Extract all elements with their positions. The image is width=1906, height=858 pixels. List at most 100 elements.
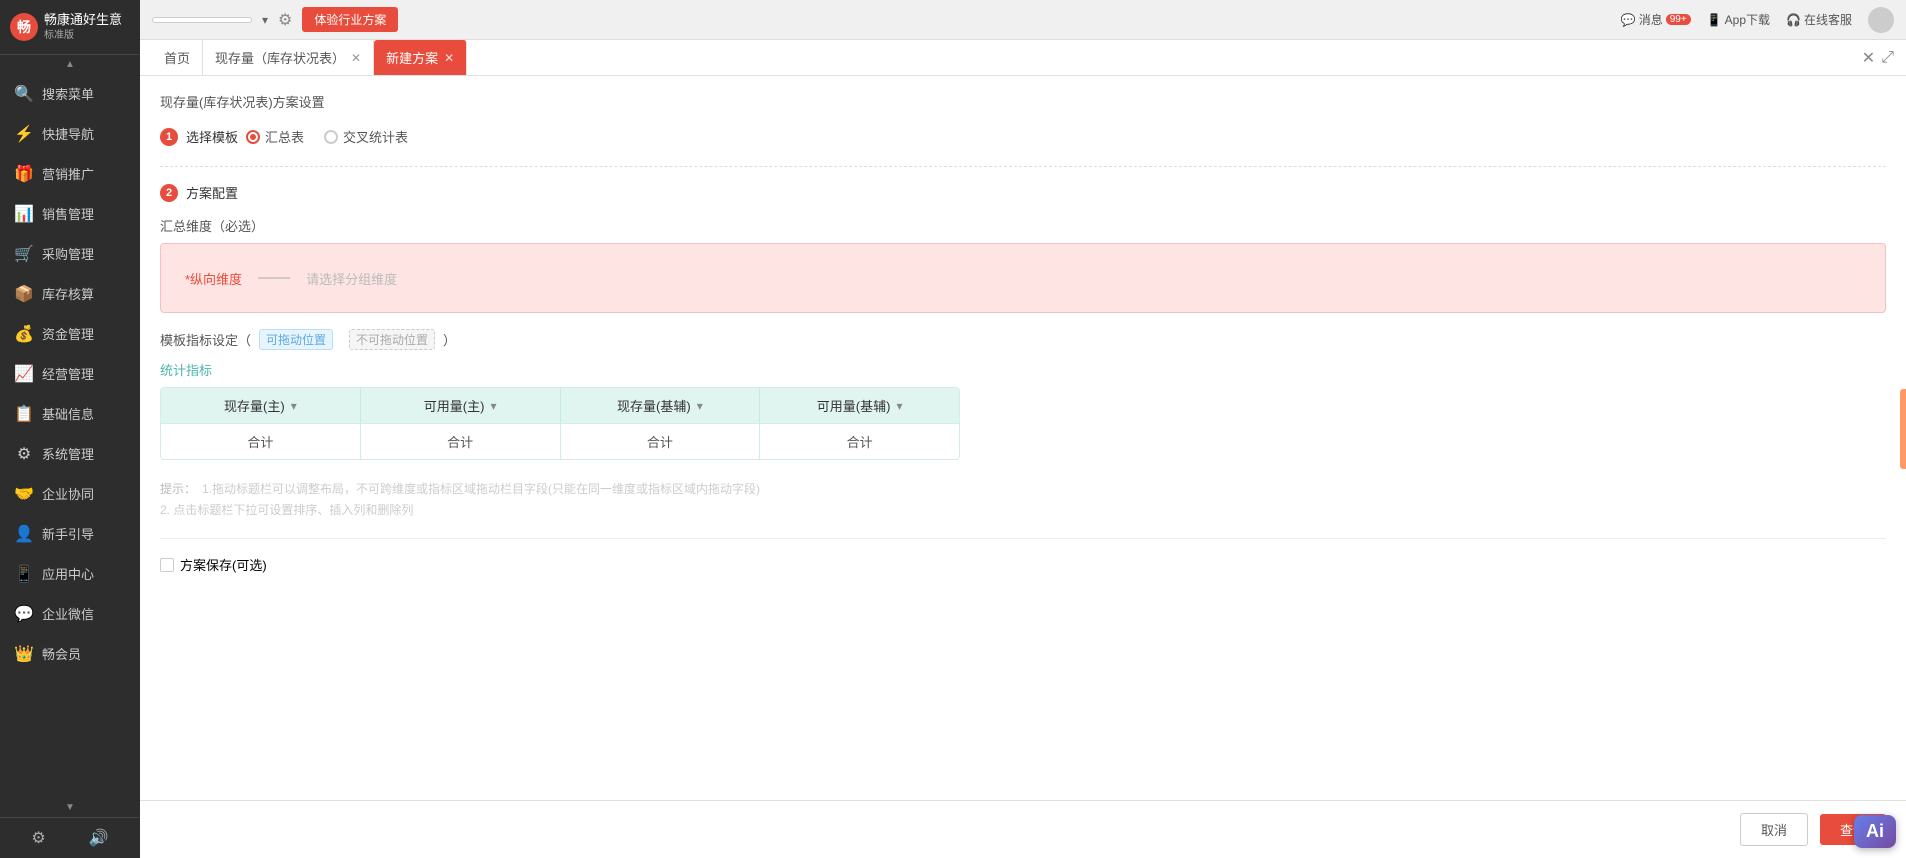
tips-section: 提示： 1.拖动标题栏可以调整布局，不可跨维度或指标区域拖动栏目字段(只能在同一… [160,480,1886,518]
dimension-placeholder: 请选择分组维度 [306,269,397,288]
sidebar-item-label: 系统管理 [42,444,94,463]
sidebar-item-label: 畅会员 [42,644,81,663]
indicator-close-paren: ） [443,330,456,349]
step1-section: 1 选择模板 汇总表 交叉统计表 [160,127,1886,146]
message-label: 消息 [1639,11,1663,28]
col-dropdown-2[interactable]: ▾ [697,399,703,413]
cancel-button[interactable]: 取消 [1740,813,1808,846]
sidebar-item-label: 资金管理 [42,324,94,343]
col-body-3: 合计 [760,424,959,459]
sidebar-item-new-user[interactable]: 👤 新手引导 [0,514,140,554]
finance-icon: 💰 [14,324,34,344]
tab-inventory[interactable]: 现存量（库存状况表） ✕ [203,40,374,75]
message-button[interactable]: 💬 消息 99+ [1621,11,1691,28]
indicator-label-text: 模板指标设定（ [160,330,251,349]
main-area: ▾ ⚙ 体验行业方案 💬 消息 99+ 📱 App下载 🎧 在线客服 首页 [140,0,1906,858]
volume-icon[interactable]: 🔊 [89,828,109,848]
tab-new-plan[interactable]: 新建方案 ✕ [374,40,467,75]
col-dropdown-0[interactable]: ▾ [291,399,297,413]
sidebar-item-enterprise[interactable]: 🤝 企业协同 [0,474,140,514]
sidebar-item-label: 基础信息 [42,404,94,423]
sidebar-item-quick-nav[interactable]: ⚡ 快捷导航 [0,114,140,154]
sidebar-item-purchase[interactable]: 🛒 采购管理 [0,234,140,274]
col-sub-0: 合计 [247,432,273,451]
sidebar-item-app-center[interactable]: 📱 应用中心 [0,554,140,594]
col-body-0: 合计 [161,424,361,459]
indicator-settings: 模板指标设定（ 可拖动位置 不可拖动位置 ） 统计指标 现存量(主) ▾ [160,329,1886,460]
save-checkbox[interactable] [160,558,174,572]
sidebar-item-inventory[interactable]: 📦 库存核算 [0,274,140,314]
sidebar-item-member[interactable]: 👑 畅会员 [0,634,140,674]
header-gear-icon[interactable]: ⚙ [278,10,292,30]
sidebar-item-sales[interactable]: 📊 销售管理 [0,194,140,234]
top-header: ▾ ⚙ 体验行业方案 💬 消息 99+ 📱 App下载 🎧 在线客服 [140,0,1906,40]
expand-panel-icon[interactable]: ⤢ [1881,49,1894,67]
page-title: 现存量(库存状况表)方案设置 [160,92,1886,111]
header-left: ▾ ⚙ 体验行业方案 [152,7,398,32]
col-dropdown-3[interactable]: ▾ [896,399,902,413]
message-icon: 💬 [1621,13,1636,27]
sidebar-item-label: 采购管理 [42,244,94,263]
col-header-3[interactable]: 可用量(基辅) ▾ [760,388,959,423]
tab-home[interactable]: 首页 [152,40,203,75]
sidebar-item-basic-info[interactable]: 📋 基础信息 [0,394,140,434]
sidebar-item-operations[interactable]: 📈 经营管理 [0,354,140,394]
col-label-1: 可用量(主) [424,396,485,415]
app-download-button[interactable]: 📱 App下载 [1707,11,1770,28]
header-dropdown[interactable]: ▾ [262,13,268,27]
sidebar-item-marketing[interactable]: 🎁 营销推广 [0,154,140,194]
sidebar-item-enterprise-wechat[interactable]: 💬 企业微信 [0,594,140,634]
sidebar-item-finance[interactable]: 💰 资金管理 [0,314,140,354]
col-header-2[interactable]: 现存量(基辅) ▾ [561,388,761,423]
tip-item-2: 2. 点击标题栏下拉可设置排序、插入列和删除列 [160,501,1886,518]
right-scroll-indicator [1900,389,1906,469]
sidebar-scroll-up[interactable]: ▲ [0,55,140,74]
tab-new-plan-close[interactable]: ✕ [444,51,454,65]
col-label-3: 可用量(基辅) [817,396,891,415]
online-service-button[interactable]: 🎧 在线客服 [1786,11,1852,28]
radio-summary-dot [246,130,260,144]
tip-label: 提示： 1.拖动标题栏可以调整布局，不可跨维度或指标区域拖动栏目字段(只能在同一… [160,480,1886,497]
message-badge: 99+ [1666,14,1691,25]
col-sub-3: 合计 [847,432,873,451]
sidebar: 畅 畅康通好生意 标准版 ▲ 🔍 搜索菜单 ⚡ 快捷导航 🎁 营销推广 📊 销售… [0,0,140,858]
service-icon: 🎧 [1786,13,1801,27]
col-body-1: 合计 [361,424,561,459]
dimension-arrow: —— [258,269,290,287]
stats-label: 统计指标 [160,360,1886,379]
quick-nav-icon: ⚡ [14,124,34,144]
sidebar-item-label: 快捷导航 [42,124,94,143]
col-body-2: 合计 [561,424,761,459]
sidebar-item-label: 应用中心 [42,564,94,583]
enterprise-wechat-icon: 💬 [14,604,34,624]
header-search-input[interactable] [152,17,252,23]
trial-button[interactable]: 体验行业方案 [302,7,398,32]
settings-icon[interactable]: ⚙ [31,828,45,848]
step1-badge: 1 [160,128,178,146]
dimension-box[interactable]: *纵向维度 —— 请选择分组维度 [160,243,1886,313]
sidebar-scroll-down[interactable]: ▼ [0,798,140,817]
radio-cross[interactable]: 交叉统计表 [324,127,408,146]
ai-badge[interactable]: Ai [1854,815,1896,848]
stats-table: 现存量(主) ▾ 可用量(主) ▾ 现存量(基辅) ▾ [160,387,960,460]
sidebar-item-label: 企业协同 [42,484,94,503]
online-service-label: 在线客服 [1804,11,1852,28]
col-header-0[interactable]: 现存量(主) ▾ [161,388,361,423]
sidebar-item-search[interactable]: 🔍 搜索菜单 [0,74,140,114]
close-panel-icon[interactable]: ✕ [1862,48,1875,68]
tabs-bar: 首页 现存量（库存状况表） ✕ 新建方案 ✕ ✕ ⤢ [140,40,1906,76]
footer-bar: 取消 查询 [140,800,1906,858]
tip-1: 1.拖动标题栏可以调整布局，不可跨维度或指标区域拖动栏目字段(只能在同一维度或指… [202,480,760,497]
user-avatar[interactable] [1868,7,1894,33]
sidebar-item-system[interactable]: ⚙ 系统管理 [0,434,140,474]
col-header-1[interactable]: 可用量(主) ▾ [361,388,561,423]
header-right: 💬 消息 99+ 📱 App下载 🎧 在线客服 [1621,7,1894,33]
col-dropdown-1[interactable]: ▾ [490,399,496,413]
col-sub-2: 合计 [647,432,673,451]
radio-summary-label: 汇总表 [265,127,304,146]
tab-inventory-close[interactable]: ✕ [351,51,361,65]
sidebar-footer: ⚙ 🔊 [0,817,140,858]
col-label-0: 现存量(主) [224,396,285,415]
radio-summary[interactable]: 汇总表 [246,127,304,146]
system-icon: ⚙ [14,444,34,464]
